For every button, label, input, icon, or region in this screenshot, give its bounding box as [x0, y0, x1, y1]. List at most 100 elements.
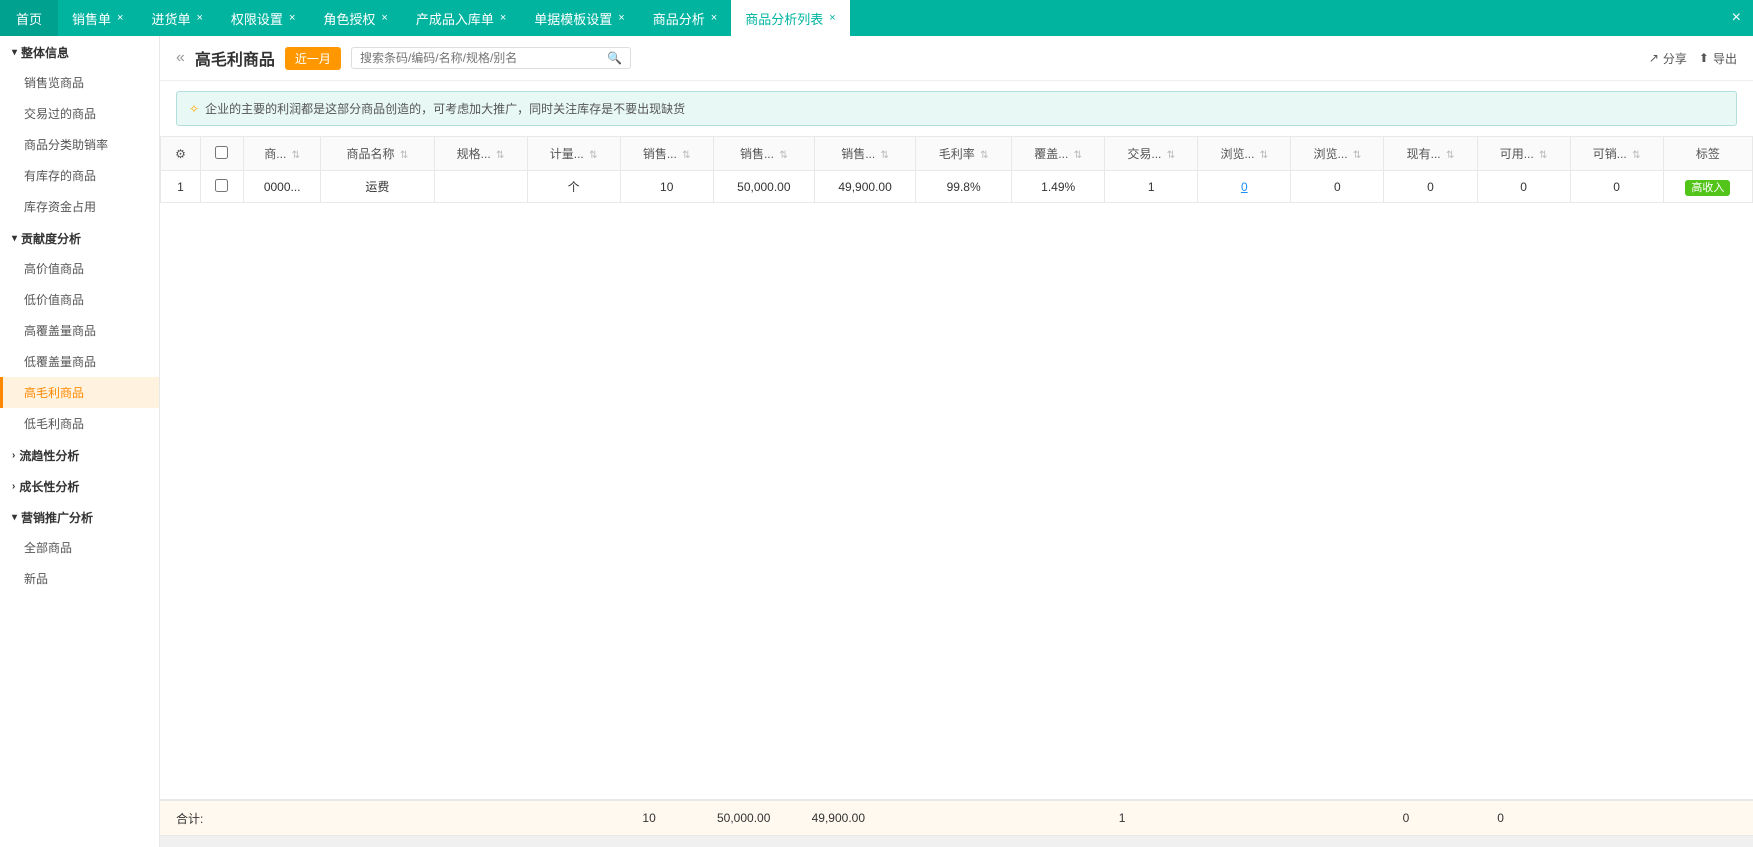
- sidebar-group-overall-label: 整体信息: [21, 44, 69, 61]
- close-all-tabs-button[interactable]: ×: [1720, 9, 1753, 27]
- sort-icon-coverage: ⇅: [1074, 150, 1082, 161]
- search-input[interactable]: [360, 51, 607, 65]
- close-icon-finished-goods[interactable]: ×: [500, 12, 506, 24]
- nav-item-role-auth[interactable]: 角色授权 ×: [309, 0, 401, 36]
- close-icon-permission-settings[interactable]: ×: [289, 12, 295, 24]
- col-browse1[interactable]: 浏览... ⇅: [1198, 137, 1291, 171]
- sort-icon-code: ⇅: [292, 150, 300, 161]
- close-icon-doc-template[interactable]: ×: [618, 12, 624, 24]
- sort-icon-browse1: ⇅: [1260, 150, 1268, 161]
- col-spec[interactable]: 规格... ⇅: [434, 137, 527, 171]
- sidebar-group-growth[interactable]: › 成长性分析: [0, 470, 159, 501]
- nav-item-doc-template[interactable]: 单据模板设置 ×: [520, 0, 638, 36]
- col-checkbox[interactable]: [200, 137, 243, 171]
- search-icon[interactable]: 🔍: [607, 51, 622, 65]
- nav-item-product-analysis[interactable]: 商品分析 ×: [639, 0, 731, 36]
- col-name[interactable]: 商品名称 ⇅: [321, 137, 434, 171]
- export-button[interactable]: ⬆ 导出: [1699, 50, 1737, 67]
- nav-item-sales-order[interactable]: 销售单 ×: [58, 0, 137, 36]
- sidebar-item-high-margin[interactable]: 高毛利商品: [0, 377, 159, 408]
- sort-icon-browse2: ⇅: [1353, 150, 1361, 161]
- cell-browse1[interactable]: 0: [1198, 171, 1291, 203]
- total-cell-current: 0: [1359, 811, 1454, 825]
- col-margin-rate[interactable]: 毛利率 ⇅: [916, 137, 1012, 171]
- sort-icon-margin-rate: ⇅: [980, 150, 988, 161]
- col-settings[interactable]: ⚙: [161, 137, 201, 171]
- chevron-right-icon-trend: ›: [12, 450, 15, 461]
- sidebar-item-sales-overview[interactable]: 销售览商品: [0, 67, 159, 98]
- sidebar-item-high-value[interactable]: 高价值商品: [0, 253, 159, 284]
- chevron-down-icon-marketing: ▾: [12, 512, 17, 523]
- sidebar-item-low-coverage[interactable]: 低覆盖量商品: [0, 346, 159, 377]
- total-cell-sales3: 49,900.00: [791, 811, 886, 825]
- close-icon-purchase-order[interactable]: ×: [196, 12, 202, 24]
- total-cell-empty7: [1169, 811, 1264, 825]
- data-table: ⚙ 商... ⇅ 商品名称 ⇅ 规格... ⇅ 计量... ⇅ 销售... ⇅ …: [160, 136, 1753, 203]
- horizontal-scrollbar[interactable]: [160, 835, 1753, 847]
- sort-icon-sales2: ⇅: [779, 150, 787, 161]
- nav-item-permission-settings[interactable]: 权限设置 ×: [217, 0, 309, 36]
- info-icon: ✧: [189, 102, 199, 116]
- search-box: 🔍: [351, 47, 631, 69]
- cell-checkbox[interactable]: [200, 171, 243, 203]
- total-cell-empty5: [886, 811, 981, 825]
- total-cell-empty2: [318, 811, 413, 825]
- cell-sellable: 0: [1570, 171, 1663, 203]
- cell-available: 0: [1477, 171, 1570, 203]
- close-icon-sales-order[interactable]: ×: [117, 12, 123, 24]
- nav-item-purchase-order[interactable]: 进货单 ×: [137, 0, 216, 36]
- col-unit[interactable]: 计量... ⇅: [527, 137, 620, 171]
- row-checkbox[interactable]: [215, 179, 228, 192]
- col-sales2[interactable]: 销售... ⇅: [713, 137, 814, 171]
- sidebar-item-low-margin[interactable]: 低毛利商品: [0, 408, 159, 439]
- sort-icon-sellable: ⇅: [1632, 150, 1640, 161]
- sidebar-group-overall[interactable]: ▾ 整体信息: [0, 36, 159, 67]
- col-trade[interactable]: 交易... ⇅: [1105, 137, 1198, 171]
- share-button[interactable]: ↗ 分享: [1649, 50, 1687, 67]
- close-icon-product-analysis-list[interactable]: ×: [829, 12, 835, 24]
- table-row[interactable]: 1 0000... 运费 个 10 50,000.00 49,900.00 99…: [161, 171, 1753, 203]
- nav-item-product-analysis-list[interactable]: 商品分析列表 ×: [731, 0, 849, 36]
- sidebar-item-in-stock[interactable]: 有库存的商品: [0, 160, 159, 191]
- col-sales1[interactable]: 销售... ⇅: [620, 137, 713, 171]
- sidebar-item-traded-goods[interactable]: 交易过的商品: [0, 98, 159, 129]
- col-available[interactable]: 可用... ⇅: [1477, 137, 1570, 171]
- col-sellable[interactable]: 可销... ⇅: [1570, 137, 1663, 171]
- select-all-checkbox[interactable]: [215, 146, 228, 159]
- export-label: 导出: [1713, 50, 1737, 67]
- nav-label-product-analysis: 商品分析: [653, 9, 705, 28]
- sidebar: ▾ 整体信息 销售览商品 交易过的商品 商品分类助销率 有库存的商品 库存资金占…: [0, 36, 160, 847]
- share-label: 分享: [1663, 50, 1687, 67]
- col-current[interactable]: 现有... ⇅: [1384, 137, 1477, 171]
- sidebar-group-contribution-label: 贡献度分析: [21, 230, 81, 247]
- sort-icon-name: ⇅: [400, 150, 408, 161]
- cell-current: 0: [1384, 171, 1477, 203]
- close-icon-role-auth[interactable]: ×: [381, 12, 387, 24]
- sidebar-item-new-goods[interactable]: 新品: [0, 563, 159, 594]
- total-cell-empty8: [1264, 811, 1359, 825]
- sidebar-item-category-sales-rate[interactable]: 商品分类助销率: [0, 129, 159, 160]
- nav-item-finished-goods[interactable]: 产成品入库单 ×: [402, 0, 520, 36]
- col-coverage[interactable]: 覆盖... ⇅: [1012, 137, 1105, 171]
- sidebar-group-marketing[interactable]: ▾ 营销推广分析: [0, 501, 159, 532]
- total-label: 合计:: [176, 810, 203, 827]
- sidebar-item-all-goods[interactable]: 全部商品: [0, 532, 159, 563]
- col-code[interactable]: 商... ⇅: [244, 137, 321, 171]
- close-icon-product-analysis[interactable]: ×: [711, 12, 717, 24]
- time-filter-button[interactable]: 近一月: [285, 47, 341, 70]
- col-tag[interactable]: 标签: [1663, 137, 1752, 171]
- sidebar-item-low-value[interactable]: 低价值商品: [0, 284, 159, 315]
- nav-label-sales-order: 销售单: [72, 9, 111, 28]
- browse1-link[interactable]: 0: [1241, 180, 1248, 194]
- cell-spec: [434, 171, 527, 203]
- sidebar-group-trend[interactable]: › 流趋性分析: [0, 439, 159, 470]
- chevron-down-icon-overall: ▾: [12, 47, 17, 58]
- total-cell-empty4: [507, 811, 602, 825]
- collapse-sidebar-button[interactable]: «: [176, 49, 185, 67]
- col-browse2[interactable]: 浏览... ⇅: [1291, 137, 1384, 171]
- col-sales3[interactable]: 销售... ⇅: [814, 137, 915, 171]
- nav-item-home[interactable]: 首页: [0, 0, 58, 36]
- sidebar-group-contribution[interactable]: ▾ 贡献度分析: [0, 222, 159, 253]
- sidebar-item-high-coverage[interactable]: 高覆盖量商品: [0, 315, 159, 346]
- sidebar-item-inventory-capital[interactable]: 库存资金占用: [0, 191, 159, 222]
